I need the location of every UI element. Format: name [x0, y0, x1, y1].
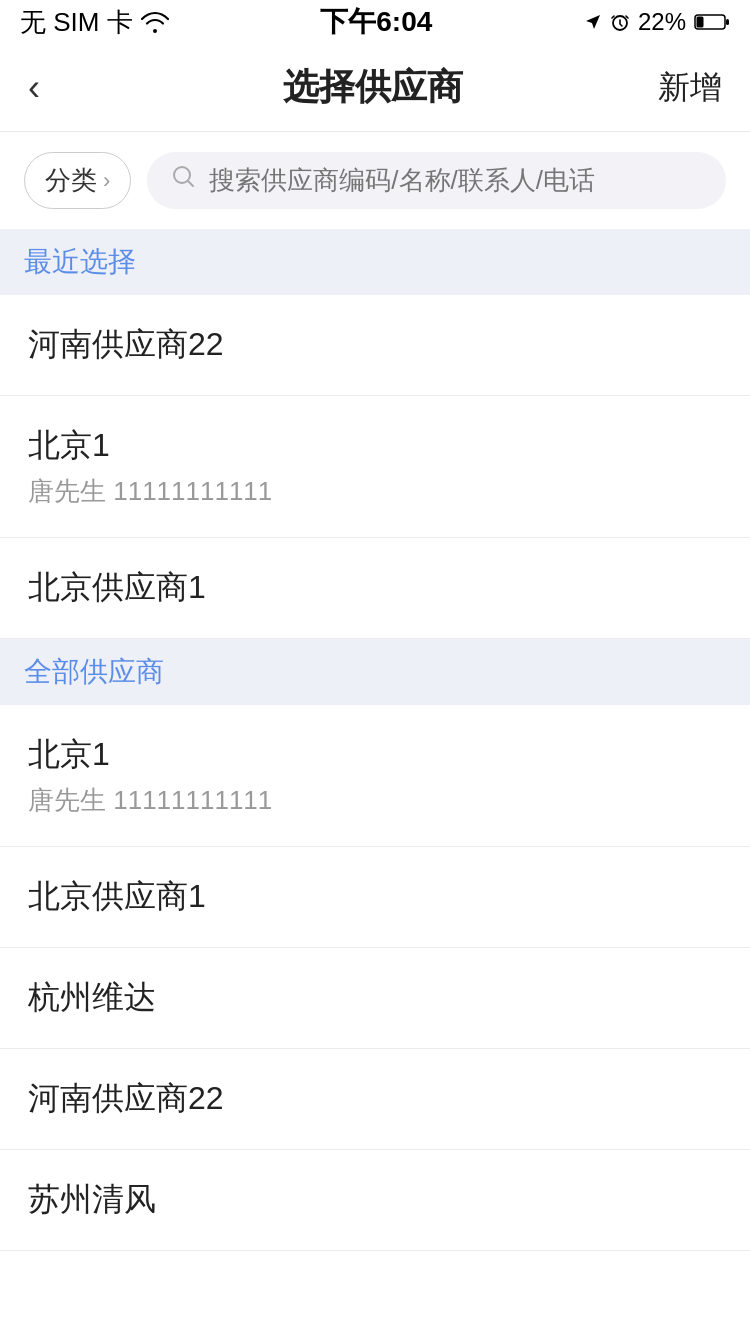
item-name: 北京供应商1: [28, 875, 726, 919]
recent-section-label: 最近选择: [24, 246, 136, 277]
list-item[interactable]: 北京1 唐先生 11111111111: [0, 396, 750, 538]
category-label: 分类: [45, 163, 97, 198]
item-name: 杭州维达: [28, 976, 726, 1020]
item-name: 北京1: [28, 733, 726, 777]
item-name: 河南供应商22: [28, 323, 726, 367]
filter-row: 分类 ›: [0, 132, 750, 229]
search-input[interactable]: [209, 165, 702, 196]
status-time: 下午6:04: [320, 3, 432, 41]
item-name: 北京供应商1: [28, 566, 726, 610]
list-item[interactable]: 河南供应商22: [0, 1049, 750, 1150]
list-item[interactable]: 杭州维达: [0, 948, 750, 1049]
all-list: 北京1 唐先生 11111111111 北京供应商1 杭州维达河南供应商22 苏州清风: [0, 705, 750, 1251]
location-icon: [584, 13, 602, 31]
svg-rect-3: [696, 17, 703, 28]
status-bar: 无 SIM 卡 下午6:04 22%: [0, 0, 750, 44]
list-item[interactable]: 北京1 唐先生 11111111111: [0, 705, 750, 847]
list-item[interactable]: 苏州清风: [0, 1150, 750, 1251]
back-button[interactable]: ‹: [28, 67, 88, 109]
sim-label: 无 SIM 卡: [20, 5, 133, 40]
battery-icon: [694, 13, 730, 31]
status-left: 无 SIM 卡: [20, 5, 169, 40]
item-name: 北京1: [28, 424, 726, 468]
recent-section-header: 最近选择: [0, 229, 750, 295]
search-box: [147, 152, 726, 209]
chevron-right-icon: ›: [103, 168, 110, 194]
page-title: 选择供应商: [283, 63, 463, 112]
nav-bar: ‹ 选择供应商 新增: [0, 44, 750, 132]
add-button[interactable]: 新增: [658, 66, 722, 110]
svg-rect-2: [726, 19, 729, 25]
all-section-label: 全部供应商: [24, 656, 164, 687]
item-name: 苏州清风: [28, 1178, 726, 1222]
recent-list: 河南供应商22 北京1 唐先生 11111111111 北京供应商1: [0, 295, 750, 639]
item-sub: 唐先生 11111111111: [28, 783, 726, 818]
battery-percent: 22%: [638, 8, 686, 36]
list-item[interactable]: 北京供应商1: [0, 538, 750, 639]
search-icon: [171, 164, 197, 197]
status-right: 22%: [584, 8, 730, 36]
list-item[interactable]: 河南供应商22: [0, 295, 750, 396]
category-button[interactable]: 分类 ›: [24, 152, 131, 209]
list-item[interactable]: 北京供应商1: [0, 847, 750, 948]
all-section-header: 全部供应商: [0, 639, 750, 705]
item-name: 河南供应商22: [28, 1077, 726, 1121]
wifi-icon: [141, 11, 169, 33]
alarm-icon: [610, 12, 630, 32]
item-sub: 唐先生 11111111111: [28, 474, 726, 509]
